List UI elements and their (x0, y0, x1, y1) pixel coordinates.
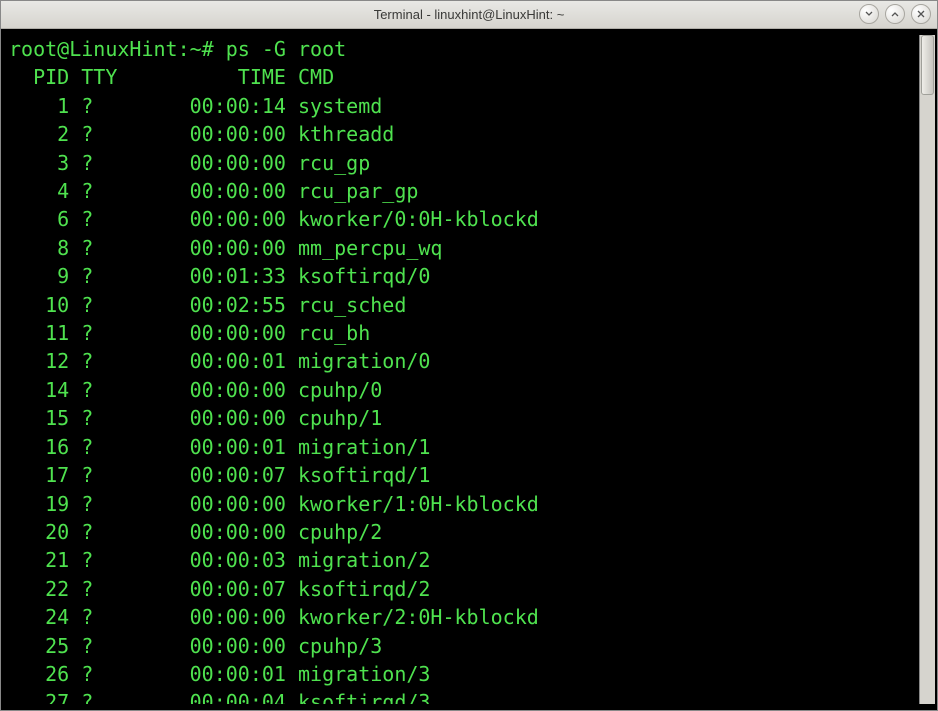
titlebar: Terminal - linuxhint@LinuxHint: ~ (1, 1, 937, 29)
terminal-container: root@LinuxHint:~# ps -G root PID TTY TIM… (1, 29, 937, 710)
close-icon (916, 9, 926, 19)
minimize-icon (864, 9, 874, 19)
maximize-icon (890, 9, 900, 19)
minimize-button[interactable] (859, 4, 879, 24)
window-title: Terminal - linuxhint@LinuxHint: ~ (374, 7, 565, 22)
window-controls (859, 4, 931, 24)
maximize-button[interactable] (885, 4, 905, 24)
scrollbar[interactable] (919, 35, 935, 704)
close-button[interactable] (911, 4, 931, 24)
scrollbar-thumb[interactable] (921, 35, 934, 95)
terminal-output[interactable]: root@LinuxHint:~# ps -G root PID TTY TIM… (9, 35, 919, 704)
